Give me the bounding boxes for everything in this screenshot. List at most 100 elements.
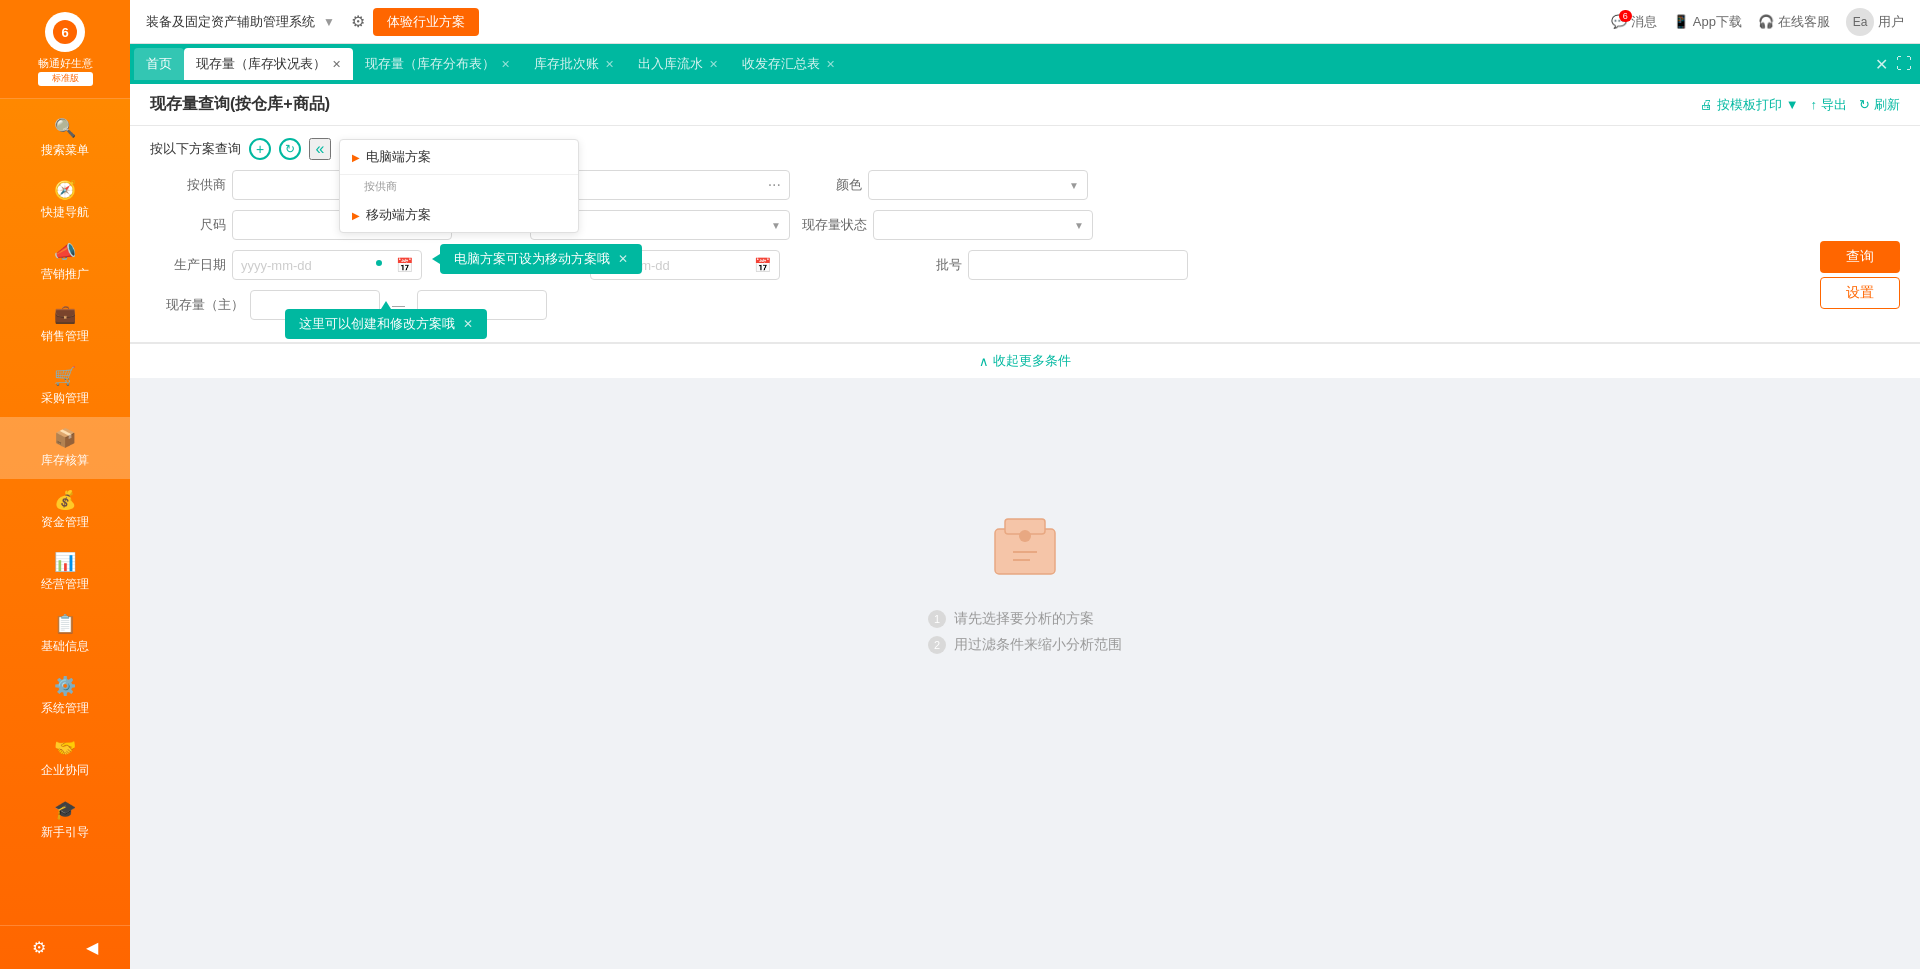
tabbar-actions: ✕ ⛶ — [1875, 55, 1920, 74]
box-icon: 📦 — [54, 427, 76, 449]
tab-close-inout[interactable]: ✕ — [709, 58, 718, 71]
tooltip2-close-button[interactable]: ✕ — [463, 317, 473, 331]
export-icon: ↑ — [1811, 97, 1818, 112]
tab-close-stock-dist[interactable]: ✕ — [501, 58, 510, 71]
sidebar-bottom: ⚙ ◀ — [0, 925, 130, 969]
reset-button[interactable]: 设置 — [1820, 277, 1900, 309]
dropdown-arrow-icon: ▼ — [1786, 97, 1799, 112]
tooltip1-close-button[interactable]: ✕ — [618, 252, 628, 266]
sidebar-item-stock[interactable]: 📦 库存核算 — [0, 417, 130, 479]
filter-add-button[interactable]: + — [249, 138, 271, 160]
topbar-left: 装备及固定资产辅助管理系统 ▼ ⚙ 体验行业方案 — [146, 8, 479, 36]
filter-refresh-button[interactable]: ↻ — [279, 138, 301, 160]
settings-button[interactable]: ⚙ — [32, 938, 46, 957]
stock-status-select[interactable]: ▼ — [873, 210, 1093, 240]
sidebar-item-guide[interactable]: 🎓 新手引导 — [0, 789, 130, 851]
trial-button[interactable]: 体验行业方案 — [373, 8, 479, 36]
collapse-bar[interactable]: ∧ 收起更多条件 — [130, 343, 1920, 378]
stock-status-label: 现存量状态 — [802, 216, 867, 234]
sidebar-item-quick-nav[interactable]: 🧭 快捷导航 — [0, 169, 130, 231]
avatar: Ea — [1846, 8, 1874, 36]
tab-inout[interactable]: 出入库流水 ✕ — [626, 48, 730, 80]
batch-input[interactable] — [968, 250, 1188, 280]
page-actions: 🖨 按模板打印 ▼ ↑ 导出 ↻ 刷新 — [1700, 96, 1900, 114]
headset-icon: 🎧 — [1758, 14, 1774, 29]
notification-item[interactable]: 💬 消息 6 — [1611, 13, 1657, 31]
mfg-calendar-icon: 📅 — [396, 257, 413, 273]
briefcase-icon: 💼 — [54, 303, 76, 325]
phone-icon: 📱 — [1673, 14, 1689, 29]
tab-stock-dist[interactable]: 现存量（库存分布表） ✕ — [353, 48, 522, 80]
sidebar-item-purchase[interactable]: 🛒 采购管理 — [0, 355, 130, 417]
color-dropdown-icon: ▼ — [1069, 180, 1079, 191]
tab-close-summary[interactable]: ✕ — [826, 58, 835, 71]
refresh-button[interactable]: ↻ 刷新 — [1859, 96, 1900, 114]
scheme-item-mobile[interactable]: ▶ 移动端方案 — [340, 198, 578, 232]
tab-summary[interactable]: 收发存汇总表 ✕ — [730, 48, 847, 80]
tab-batch[interactable]: 库存批次账 ✕ — [522, 48, 626, 80]
sidebar-item-system[interactable]: ⚙️ 系统管理 — [0, 665, 130, 727]
export-button[interactable]: ↑ 导出 — [1811, 96, 1848, 114]
tab-close-stock-status[interactable]: ✕ — [332, 58, 341, 71]
clipboard-icon: 📋 — [54, 613, 76, 635]
topbar-right: 💬 消息 6 📱 App下载 🎧 在线客服 Ea 用户 — [1611, 8, 1904, 36]
handshake-icon: 🤝 — [54, 737, 76, 759]
tab-stock-status[interactable]: 现存量（库存状况表） ✕ — [184, 48, 353, 80]
batch-label: 批号 — [902, 256, 962, 274]
tooltip-pc-scheme: 电脑方案可设为移动方案哦 ✕ — [440, 244, 642, 274]
chevron-up-icon: ∧ — [979, 354, 989, 369]
compass-icon: 🧭 — [54, 179, 76, 201]
system-dropdown-arrow[interactable]: ▼ — [323, 15, 335, 29]
sidebar-item-search[interactable]: 🔍 搜索菜单 — [0, 107, 130, 169]
settings-icon[interactable]: ⚙ — [351, 12, 365, 31]
mfg-date-input[interactable]: yyyy-mm-dd 📅 — [232, 250, 422, 280]
system-name: 装备及固定资产辅助管理系统 — [146, 13, 315, 31]
color-select[interactable]: ▼ — [868, 170, 1088, 200]
filter-row-3: 生产日期 yyyy-mm-dd 📅 失效日期 yyyy-mm-dd 📅 批号 — [166, 250, 1900, 280]
sidebar-item-marketing[interactable]: 📣 营销推广 — [0, 231, 130, 293]
topbar: 装备及固定资产辅助管理系统 ▼ ⚙ 体验行业方案 💬 消息 6 📱 App下载 … — [130, 0, 1920, 44]
online-service-item[interactable]: 🎧 在线客服 — [1758, 13, 1830, 31]
search-buttons: 查询 设置 — [1820, 241, 1900, 309]
svg-text:6: 6 — [61, 25, 68, 40]
size-label: 尺码 — [166, 216, 226, 234]
app-download-item[interactable]: 📱 App下载 — [1673, 13, 1742, 31]
tab-home[interactable]: 首页 — [134, 48, 184, 80]
refresh-icon: ↻ — [1859, 97, 1870, 112]
svg-point-4 — [1019, 530, 1031, 542]
gear-icon: ⚙️ — [54, 675, 76, 697]
close-all-tabs-button[interactable]: ✕ — [1875, 55, 1888, 74]
sidebar: 6 畅通好生意 标准版 🔍 搜索菜单 🧭 快捷导航 📣 营销推广 💼 销售管理 … — [0, 0, 130, 969]
hint-number-1: 1 — [928, 610, 946, 628]
sidebar-item-base[interactable]: 📋 基础信息 — [0, 603, 130, 665]
sidebar-item-sales[interactable]: 💼 销售管理 — [0, 293, 130, 355]
filter-color-field: 颜色 ▼ — [802, 170, 1088, 200]
page-title: 现存量查询(按仓库+商品) — [150, 94, 330, 115]
print-template-button[interactable]: 🖨 按模板打印 ▼ — [1700, 96, 1799, 114]
sidebar-navigation: 🔍 搜索菜单 🧭 快捷导航 📣 营销推广 💼 销售管理 🛒 采购管理 📦 库存核… — [0, 99, 130, 925]
tabbar: 首页 现存量（库存状况表） ✕ 现存量（库存分布表） ✕ 库存批次账 ✕ 出入库… — [130, 44, 1920, 84]
mfg-date-label: 生产日期 — [166, 256, 226, 274]
filter-mfg-date-field: 生产日期 yyyy-mm-dd 📅 — [166, 250, 422, 280]
collapse-sidebar-button[interactable]: ◀ — [86, 938, 98, 957]
chart-icon: 📊 — [54, 551, 76, 573]
fullscreen-button[interactable]: ⛶ — [1896, 55, 1912, 73]
filter-back-button[interactable]: « — [309, 138, 331, 160]
sidebar-item-collab[interactable]: 🤝 企业协同 — [0, 727, 130, 789]
tooltip-create-scheme: 这里可以创建和修改方案哦 ✕ — [285, 309, 487, 339]
search-icon: 🔍 — [54, 117, 76, 139]
sidebar-item-operation[interactable]: 📊 经营管理 — [0, 541, 130, 603]
highlight-dot — [374, 258, 384, 268]
filter-area: 按以下方案查询 + ↻ « ▶ 电脑端方案 按供商 ▶ 移动端方案 — [130, 126, 1920, 343]
goods-more-icon: ··· — [768, 176, 781, 194]
sidebar-item-finance[interactable]: 💰 资金管理 — [0, 479, 130, 541]
filter-header: 按以下方案查询 + ↻ « ▶ 电脑端方案 按供商 ▶ 移动端方案 — [150, 138, 1900, 160]
hint-number-2: 2 — [928, 636, 946, 654]
origin-dropdown-icon: ▼ — [771, 220, 781, 231]
tab-close-batch[interactable]: ✕ — [605, 58, 614, 71]
stock-main-label: 现存量（主） — [166, 296, 244, 314]
scheme-item-pc[interactable]: ▶ 电脑端方案 — [340, 140, 578, 174]
user-item[interactable]: Ea 用户 — [1846, 8, 1904, 36]
color-label: 颜色 — [802, 176, 862, 194]
search-button[interactable]: 查询 — [1820, 241, 1900, 273]
